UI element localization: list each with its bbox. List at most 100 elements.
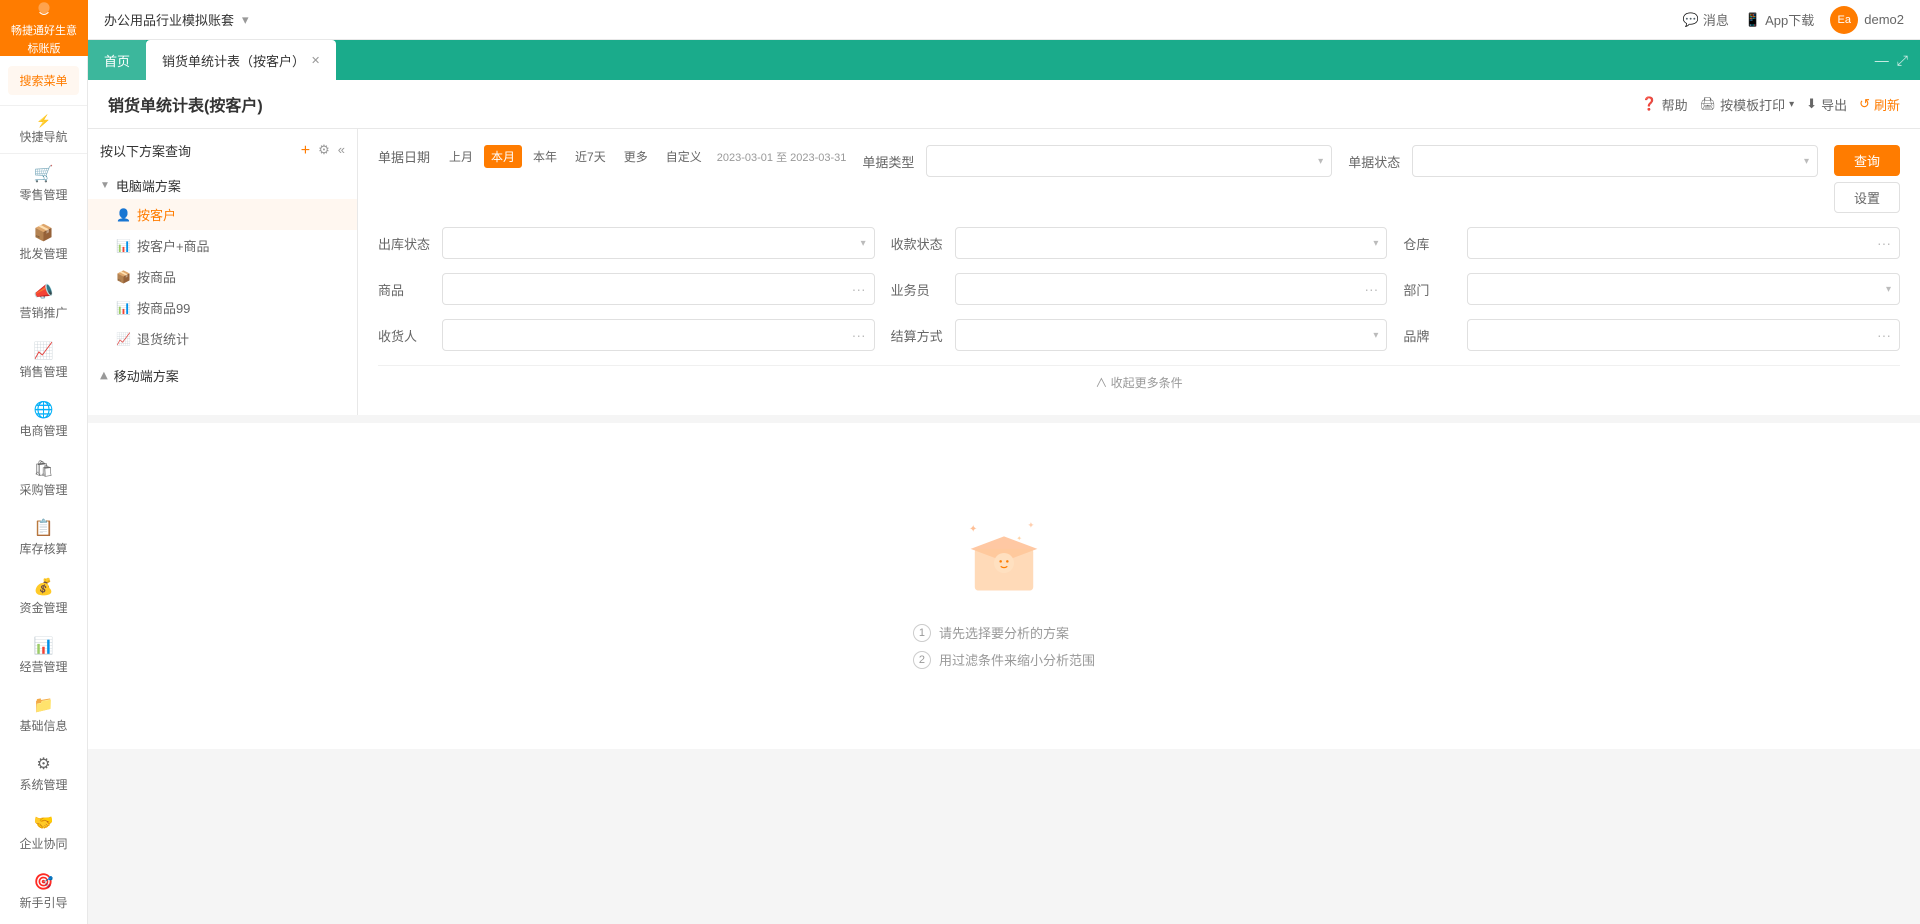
sidebar-item-retail[interactable]: 🛒 零售管理 — [0, 154, 87, 213]
sidebar: 畅捷通好生意 标账版 搜索菜单 ⚡ 快捷导航 🛒 零售管理 📦 批发管理 📣 营… — [0, 0, 88, 924]
export-btn[interactable]: ⬇ 导出 — [1806, 95, 1847, 114]
sidebar-item-cooperation[interactable]: 🤝 企业协同 — [0, 803, 87, 862]
tab-sales-stat[interactable]: 销货单统计表（按客户） ✕ — [146, 40, 336, 80]
query-btn[interactable]: 查询 — [1834, 145, 1900, 176]
sidebar-item-inventory[interactable]: 📋 库存核算 — [0, 508, 87, 567]
refresh-btn[interactable]: ↺ 刷新 — [1859, 95, 1900, 114]
tab-controls: — ⤢ — [1875, 52, 1920, 69]
sidebar-item-ecommerce[interactable]: 🌐 电商管理 — [0, 390, 87, 449]
date-this-year[interactable]: 本年 — [526, 145, 564, 168]
help-label: 帮助 — [1662, 95, 1688, 114]
date-custom[interactable]: 自定义 — [659, 145, 709, 168]
scheme-panel-header: 按以下方案查询 + ⚙ « — [88, 141, 357, 168]
user-avatar: Ea — [1830, 6, 1858, 34]
collapse-btn[interactable]: ∧ 收起更多条件 — [378, 365, 1900, 399]
sidebar-item-marketing[interactable]: 📣 营销推广 — [0, 272, 87, 331]
scheme-by-customer[interactable]: 👤 按客户 — [88, 199, 357, 230]
doc-status-filter: 单据状态 ▾ — [1348, 145, 1818, 177]
return-stats-label: 退货统计 — [137, 329, 189, 348]
brand-input[interactable]: ··· — [1467, 319, 1900, 351]
hint-1-text: 请先选择要分析的方案 — [939, 623, 1069, 642]
date-filter: 单据日期 上月 本月 本年 近7天 更多 自定义 2023-03-01 至 20… — [378, 145, 846, 168]
doc-status-input[interactable]: ▾ — [1412, 145, 1818, 177]
topbar-dropdown-icon[interactable]: ▾ — [242, 12, 249, 28]
settlement-input[interactable]: ▾ — [955, 319, 1388, 351]
main-area: 办公用品行业模拟账套 ▾ 💬 消息 📱 App下载 Ea demo2 首页 — [88, 0, 1920, 924]
date-more[interactable]: 更多 — [617, 145, 655, 168]
tab-home[interactable]: 首页 — [88, 40, 146, 80]
wholesale-icon: 📦 — [4, 223, 83, 243]
sidebar-item-operations[interactable]: 📊 经营管理 — [0, 626, 87, 685]
date-last-month[interactable]: 上月 — [442, 145, 480, 168]
svg-text:✦: ✦ — [969, 524, 977, 535]
department-filter: 部门 ▾ — [1403, 273, 1900, 305]
receiver-input[interactable]: ··· — [442, 319, 875, 351]
filter-form: 单据日期 上月 本月 本年 近7天 更多 自定义 2023-03-01 至 20… — [358, 129, 1920, 415]
marketing-icon: 📣 — [4, 282, 83, 302]
print-btn[interactable]: 🖨 按模板打印 ▾ — [1700, 95, 1795, 114]
new-guide-icon: 🎯 — [4, 872, 83, 892]
sidebar-item-system[interactable]: ⚙ 系统管理 — [0, 744, 87, 803]
app-name: 畅捷通好生意 — [11, 22, 77, 38]
search-menu-btn[interactable]: 搜索菜单 — [8, 66, 79, 95]
scheme-collapse-icon[interactable]: « — [338, 142, 345, 160]
message-btn[interactable]: 💬 消息 — [1683, 10, 1729, 29]
pc-scheme-arrow: ▼ — [100, 180, 110, 191]
sidebar-search-section: 搜索菜单 — [0, 56, 87, 106]
sidebar-item-wholesale[interactable]: 📦 批发管理 — [0, 213, 87, 272]
date-7days[interactable]: 近7天 — [568, 145, 613, 168]
scheme-by-product-99[interactable]: 📊 按商品99 — [88, 292, 357, 323]
out-status-label: 出库状态 — [378, 234, 434, 253]
scheme-by-customer-product[interactable]: 📊 按客户+商品 — [88, 230, 357, 261]
filter-scheme-panel: 按以下方案查询 + ⚙ « ▼ 电脑端方案 👤 按客户 — [88, 129, 358, 415]
help-btn[interactable]: ❓ 帮助 — [1641, 95, 1687, 114]
doc-type-input[interactable]: ▾ — [926, 145, 1332, 177]
by-product-99-label: 按商品99 — [137, 298, 190, 317]
empty-hint-2: 2 用过滤条件来缩小分析范围 — [913, 650, 1095, 669]
salesperson-input[interactable]: ··· — [955, 273, 1388, 305]
scheme-return-stats[interactable]: 📈 退货统计 — [88, 323, 357, 354]
product-label: 商品 — [378, 280, 434, 299]
date-this-month[interactable]: 本月 — [484, 145, 522, 168]
out-status-input[interactable]: ▾ — [442, 227, 875, 259]
sidebar-item-new-guide[interactable]: 🎯 新手引导 — [0, 862, 87, 921]
mobile-scheme-group[interactable]: ▶ 移动端方案 — [88, 362, 357, 389]
settings-btn[interactable]: 设置 — [1834, 182, 1900, 213]
by-customer-label: 按客户 — [137, 205, 176, 224]
app-download-btn[interactable]: 📱 App下载 — [1745, 10, 1814, 29]
collapse-icon: ∧ — [1095, 376, 1110, 390]
salesperson-dots-icon: ··· — [1364, 281, 1378, 297]
hint-2-text: 用过滤条件来缩小分析范围 — [939, 650, 1095, 669]
quicknav-icon: ⚡ — [36, 114, 51, 128]
salesperson-label: 业务员 — [891, 280, 947, 299]
sidebar-item-base-info[interactable]: 📁 基础信息 — [0, 685, 87, 744]
add-scheme-btn[interactable]: + — [301, 142, 310, 160]
department-label: 部门 — [1403, 280, 1459, 299]
sidebar-item-purchase[interactable]: 🛍 采购管理 — [0, 449, 87, 508]
step-1-num: 1 — [913, 624, 931, 642]
scheme-settings-icon[interactable]: ⚙ — [318, 142, 330, 160]
product-input[interactable]: ··· — [442, 273, 875, 305]
export-label: 导出 — [1821, 95, 1847, 114]
doc-status-arrow-icon: ▾ — [1804, 156, 1809, 167]
collect-status-input[interactable]: ▾ — [955, 227, 1388, 259]
sidebar-item-finance[interactable]: 💰 资金管理 — [0, 567, 87, 626]
warehouse-label: 仓库 — [1403, 234, 1459, 253]
pc-scheme-group[interactable]: ▼ 电脑端方案 — [88, 172, 357, 199]
receiver-label: 收货人 — [378, 326, 434, 345]
by-product-99-icon: 📊 — [116, 301, 131, 315]
sidebar-item-sales[interactable]: 📈 销售管理 — [0, 331, 87, 390]
brand-filter: 品牌 ··· — [1403, 319, 1900, 351]
settlement-filter: 结算方式 ▾ — [891, 319, 1388, 351]
warehouse-input[interactable]: ··· — [1467, 227, 1900, 259]
tab-close-btn[interactable]: ✕ — [311, 54, 320, 67]
tab-expand-btn[interactable]: ⤢ — [1897, 52, 1908, 69]
scheme-by-product[interactable]: 📦 按商品 — [88, 261, 357, 292]
tab-minimize-btn[interactable]: — — [1875, 52, 1889, 68]
date-shortcuts: 上月 本月 本年 近7天 更多 自定义 2023-03-01 至 2023-03… — [442, 145, 846, 168]
empty-state: ✦ ✦ ✦ 1 请先选择要分析的方案 2 用过滤条件来缩小分析范围 — [88, 423, 1920, 749]
user-profile-btn[interactable]: Ea demo2 — [1830, 6, 1904, 34]
department-input[interactable]: ▾ — [1467, 273, 1900, 305]
export-icon: ⬇ — [1806, 96, 1817, 112]
sidebar-quicknav-btn[interactable]: ⚡ 快捷导航 — [0, 106, 87, 154]
